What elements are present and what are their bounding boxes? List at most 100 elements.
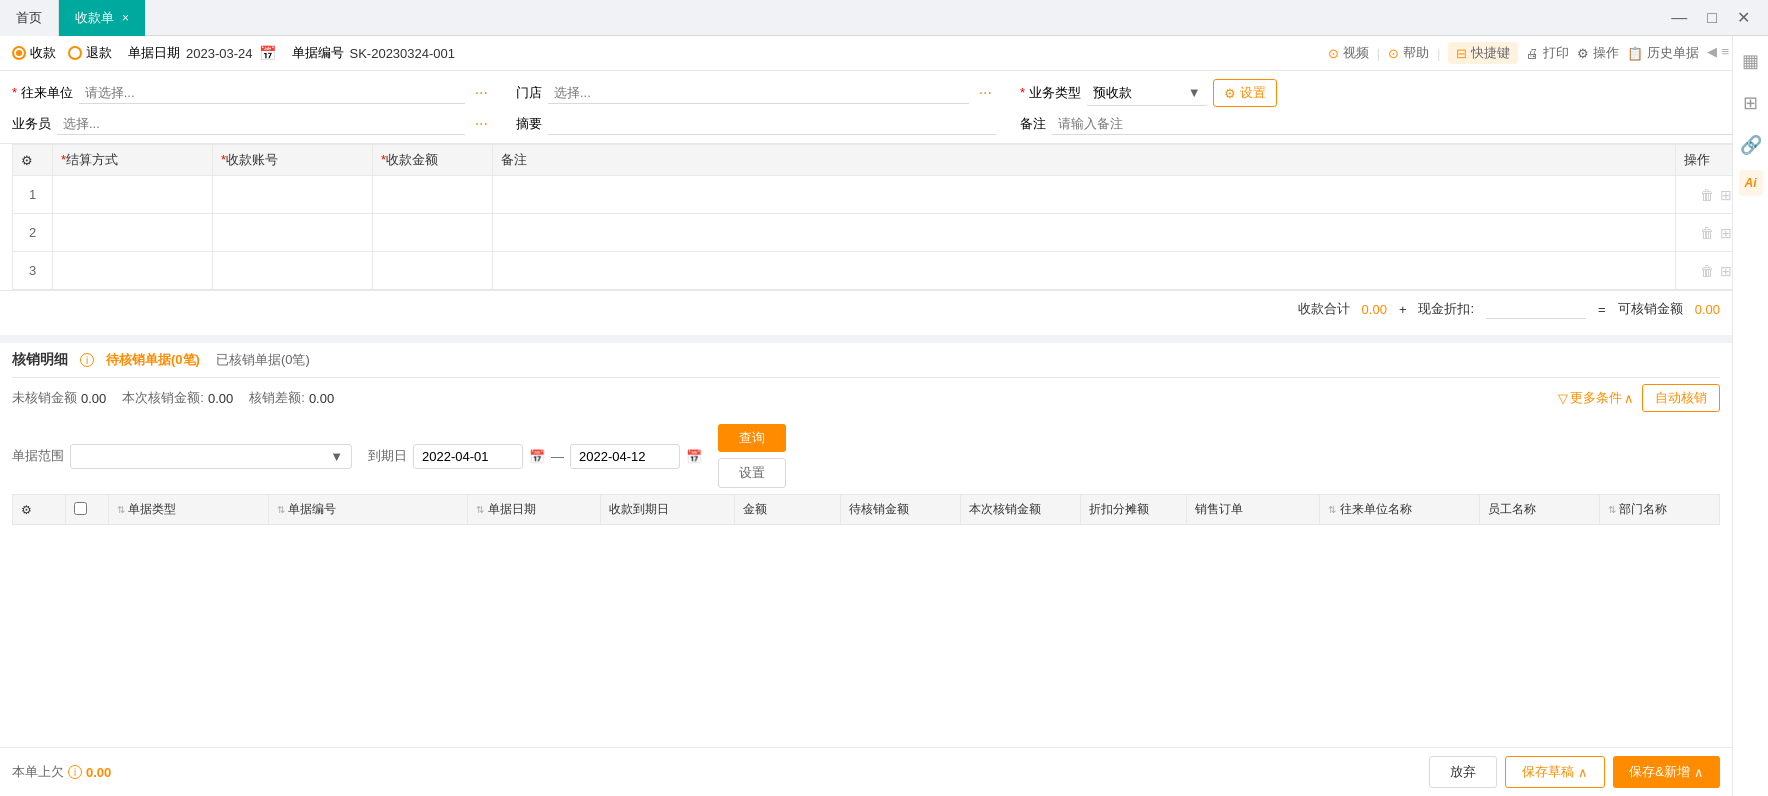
date-from-input[interactable] <box>413 444 523 469</box>
amount-cell-3[interactable] <box>373 252 493 290</box>
maximize-icon[interactable]: □ <box>1701 7 1723 29</box>
account-cell-2[interactable] <box>213 214 373 252</box>
remarks-cell-3[interactable] <box>493 252 1676 290</box>
business-type-select[interactable]: 预收款 ▼ <box>1087 81 1207 106</box>
save-new-button[interactable]: 保存&新增 ∧ <box>1613 756 1720 788</box>
tab-home[interactable]: 首页 <box>0 0 59 36</box>
bill-no-label: 单据编号 <box>292 44 344 62</box>
date-to-input[interactable] <box>570 444 680 469</box>
bottom-col-checkbox[interactable] <box>66 495 109 525</box>
sidebar-ai-icon[interactable]: Ai <box>1739 170 1763 196</box>
pending-tab[interactable]: 待核销单据(0笔) <box>106 351 200 369</box>
history-icon: 📋 <box>1627 46 1643 61</box>
staff-field: 业务员 ··· <box>12 113 492 135</box>
delete-icon-2[interactable]: 🗑 <box>1700 225 1714 241</box>
account-cell-3[interactable] <box>213 252 373 290</box>
range-select[interactable]: ▼ <box>70 444 352 469</box>
footer-info-icon[interactable]: i <box>68 765 82 779</box>
settlement-cell-1[interactable] <box>53 176 213 214</box>
bill-no-value: SK-20230324-001 <box>350 46 456 61</box>
footer-total-value: 0.00 <box>86 765 111 780</box>
staff-input[interactable] <box>57 113 465 135</box>
amount-cell-1[interactable] <box>373 176 493 214</box>
auto-offset-button[interactable]: 自动核销 <box>1642 384 1720 412</box>
bottom-col-pending: 待核销金额 <box>841 495 961 525</box>
offset-title: 核销明细 <box>12 351 68 369</box>
radio-refund[interactable]: 退款 <box>68 44 112 62</box>
business-type-field: * 业务类型 预收款 ▼ ⚙ 设置 <box>1020 79 1756 107</box>
help-action[interactable]: ⊙ 帮助 <box>1388 44 1429 62</box>
sidebar-table-icon[interactable]: ▦ <box>1736 44 1765 78</box>
shortcut-action[interactable]: ⊟ 快捷键 <box>1448 42 1518 64</box>
discount-input[interactable] <box>1486 299 1586 319</box>
operation-action[interactable]: ⚙ 操作 <box>1577 44 1619 62</box>
copy-icon-2[interactable]: ⊞ <box>1720 225 1732 241</box>
sidebar-link-icon[interactable]: 🔗 <box>1734 128 1768 162</box>
total-value: 0.00 <box>1362 302 1387 317</box>
delete-icon-1[interactable]: 🗑 <box>1700 187 1714 203</box>
due-date-label: 到期日 <box>368 447 407 465</box>
more-conditions-btn[interactable]: ▽ 更多条件 ∧ <box>1558 389 1634 407</box>
minimize-icon[interactable]: — <box>1665 7 1693 29</box>
select-all-checkbox[interactable] <box>74 502 87 515</box>
tab-receipts[interactable]: 收款单 × <box>59 0 145 36</box>
filter-settings-button[interactable]: 设置 <box>718 458 786 488</box>
partner-field: * 往来单位 ··· <box>12 82 492 104</box>
col-gear-header[interactable]: ⚙ <box>13 145 53 176</box>
prev-icon[interactable]: ◀ <box>1707 44 1717 63</box>
store-input[interactable] <box>548 82 969 104</box>
remarks-input[interactable] <box>1052 113 1756 135</box>
tab-close-icon[interactable]: × <box>122 11 129 25</box>
settlement-cell-3[interactable] <box>53 252 213 290</box>
partner-more-icon[interactable]: ··· <box>471 84 492 102</box>
delete-icon-3[interactable]: 🗑 <box>1700 263 1714 279</box>
remarks-cell-2[interactable] <box>493 214 1676 252</box>
store-more-icon[interactable]: ··· <box>975 84 996 102</box>
date-to-calendar-icon[interactable]: 📅 <box>686 449 702 464</box>
bottom-col-sales-order: 销售订单 <box>1187 495 1320 525</box>
remarks-cell-1[interactable] <box>493 176 1676 214</box>
close-window-icon[interactable]: ✕ <box>1731 6 1756 29</box>
bottom-col-gear[interactable]: ⚙ <box>13 495 66 525</box>
help-circle-icon: ⊙ <box>1388 46 1399 61</box>
unverified-label: 未核销金额 <box>12 389 77 407</box>
bottom-col-discount: 折扣分摊额 <box>1080 495 1187 525</box>
print-action[interactable]: 🖨 打印 <box>1526 44 1569 62</box>
plus-sign: + <box>1399 302 1407 317</box>
summary-input[interactable] <box>548 113 996 135</box>
right-sidebar: ▦ ⊞ 🔗 Ai <box>1732 36 1768 796</box>
radio-receipt-label: 收款 <box>30 44 56 62</box>
account-cell-1[interactable] <box>213 176 373 214</box>
history-action[interactable]: 📋 历史单据 <box>1627 44 1699 62</box>
abandon-button[interactable]: 放弃 <box>1429 756 1497 788</box>
list-icon[interactable]: ≡ <box>1721 44 1729 63</box>
business-type-label: * 业务类型 <box>1020 84 1081 102</box>
unverified-value: 0.00 <box>81 391 106 406</box>
staff-more-icon[interactable]: ··· <box>471 115 492 133</box>
bill-date-value: 2023-03-24 <box>186 46 253 61</box>
print-icon: 🖨 <box>1526 46 1539 61</box>
footer-info: 本单上欠 i 0.00 <box>12 763 111 781</box>
offset-info-icon[interactable]: i <box>80 353 94 367</box>
row-num-3: 3 <box>13 252 53 290</box>
calendar-icon[interactable]: 📅 <box>259 45 276 61</box>
table-row: 2 🗑 ⊞ <box>13 214 1756 252</box>
settlement-cell-2[interactable] <box>53 214 213 252</box>
video-action[interactable]: ⊙ 视频 <box>1328 44 1369 62</box>
amount-cell-2[interactable] <box>373 214 493 252</box>
partner-input[interactable] <box>79 82 465 104</box>
sidebar-grid-icon[interactable]: ⊞ <box>1737 86 1764 120</box>
current-item: 本次核销金额: 0.00 <box>122 389 233 407</box>
bill-date-label: 单据日期 <box>128 44 180 62</box>
query-button[interactable]: 查询 <box>718 424 786 452</box>
save-draft-button[interactable]: 保存草稿 ∧ <box>1505 756 1605 788</box>
radio-receipt[interactable]: 收款 <box>12 44 56 62</box>
copy-icon-3[interactable]: ⊞ <box>1720 263 1732 279</box>
done-tab[interactable]: 已核销单据(0笔) <box>216 351 310 369</box>
footer: 本单上欠 i 0.00 放弃 保存草稿 ∧ 保存&新增 ∧ <box>0 747 1732 796</box>
available-value: 0.00 <box>1695 302 1720 317</box>
settings-button[interactable]: ⚙ 设置 <box>1213 79 1277 107</box>
date-from-calendar-icon[interactable]: 📅 <box>529 449 545 464</box>
copy-icon-1[interactable]: ⊞ <box>1720 187 1732 203</box>
print-label: 打印 <box>1543 44 1569 62</box>
